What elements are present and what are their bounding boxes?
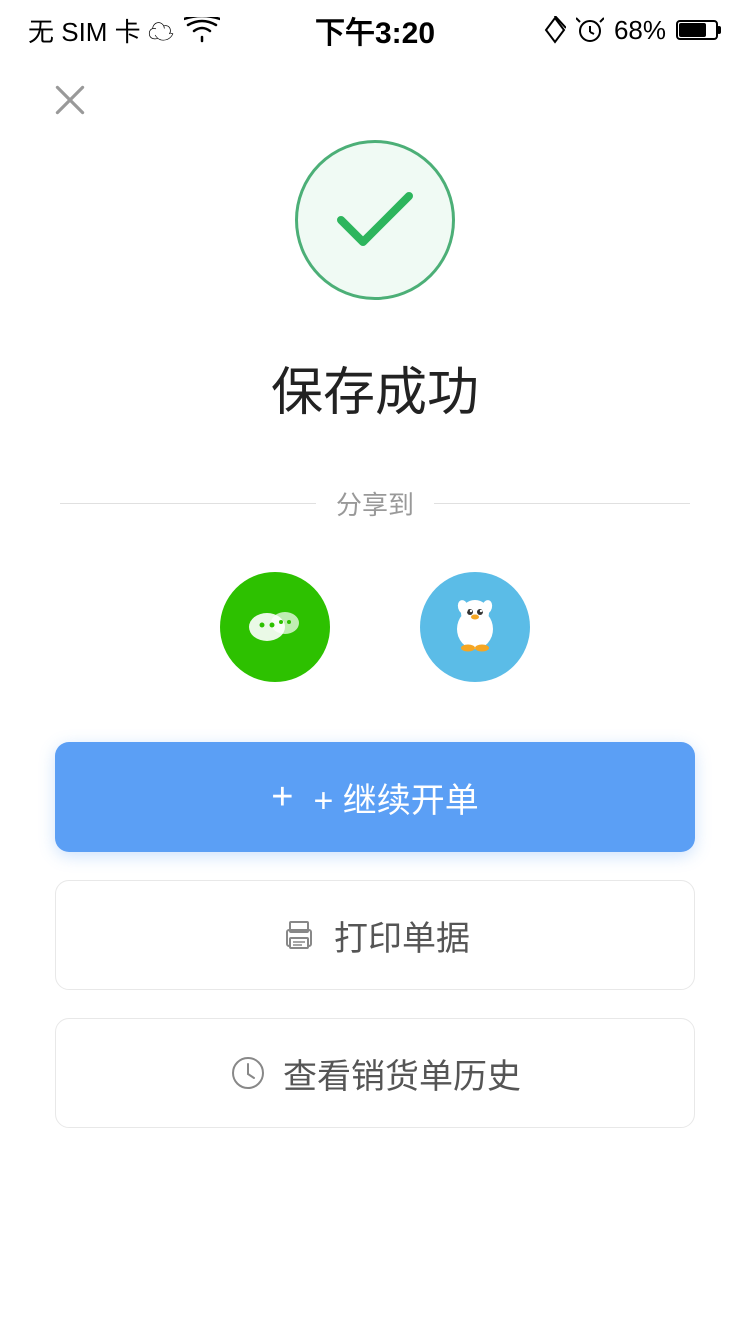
status-left: 无 SIM 卡 ☁ — [28, 12, 220, 49]
history-button[interactable]: 查看销货单历史 — [55, 1018, 695, 1128]
location-icon — [544, 16, 566, 44]
close-button[interactable] — [44, 74, 96, 126]
share-icons — [220, 572, 530, 682]
print-label: 打印单据 — [334, 911, 470, 960]
share-divider: 分享到 — [0, 485, 750, 522]
qq-icon — [441, 593, 509, 661]
alarm-icon — [576, 16, 604, 44]
wechat-icon — [241, 593, 309, 661]
share-label: 分享到 — [336, 485, 414, 522]
continue-button[interactable]: + + 继续开单 — [55, 742, 695, 852]
divider-right — [434, 503, 690, 504]
status-bar: 无 SIM 卡 ☁ 下午3:20 68% — [0, 0, 750, 60]
checkmark-icon — [335, 190, 415, 250]
share-section: 分享到 — [0, 485, 750, 682]
success-circle — [295, 140, 455, 300]
clock-icon — [229, 1054, 267, 1092]
action-buttons: + + 继续开单 打印单据 查看销货单历史 — [55, 742, 695, 1128]
status-right: 68% — [544, 15, 722, 46]
time-display: 下午3:20 — [315, 8, 435, 52]
wifi-icon — [184, 17, 220, 43]
qq-share-button[interactable] — [420, 572, 530, 682]
main-content: 保存成功 分享到 — [0, 60, 750, 1128]
plus-icon: + — [271, 776, 293, 819]
history-label: 查看销货单历史 — [283, 1049, 521, 1098]
continue-label: + 继续开单 — [313, 773, 478, 822]
printer-icon — [280, 916, 318, 954]
battery-text: 68% — [614, 15, 666, 46]
success-title: 保存成功 — [271, 350, 479, 425]
divider-left — [60, 503, 316, 504]
wechat-share-button[interactable] — [220, 572, 330, 682]
print-button[interactable]: 打印单据 — [55, 880, 695, 990]
no-sim-text: 无 SIM 卡 ☁ — [28, 12, 174, 49]
battery-icon — [676, 18, 722, 42]
